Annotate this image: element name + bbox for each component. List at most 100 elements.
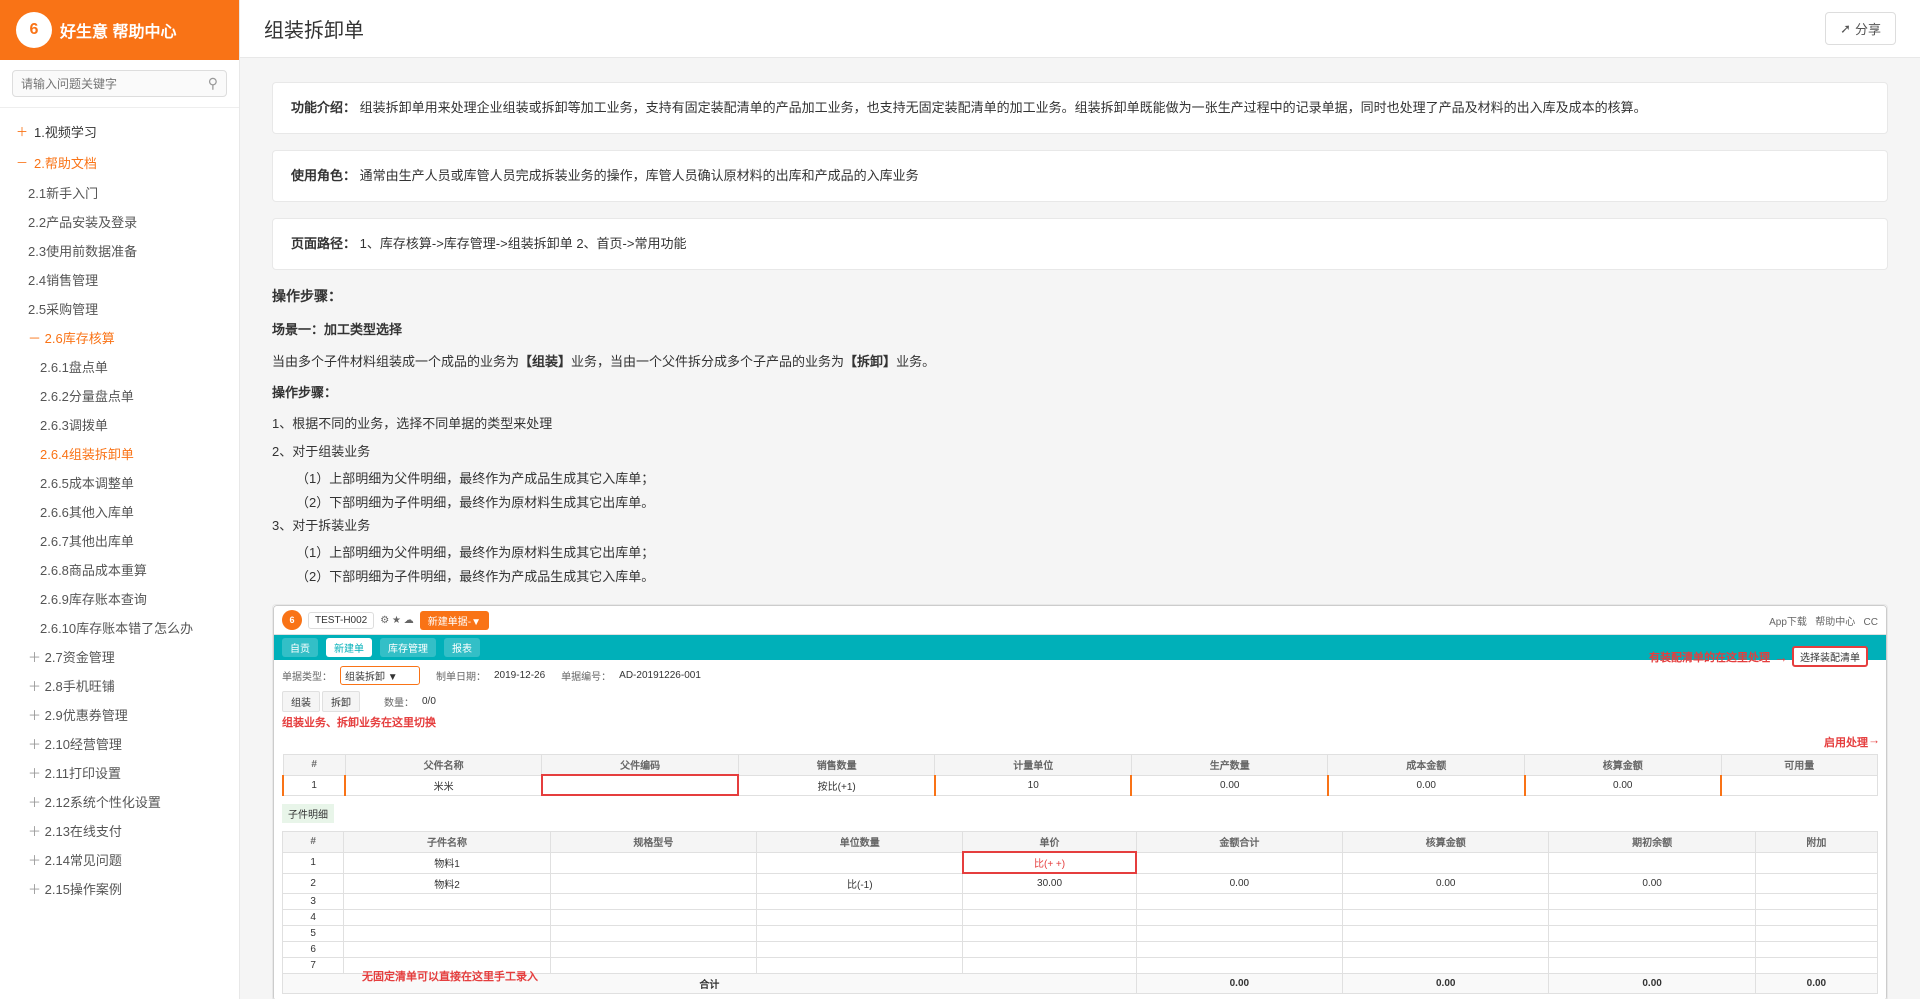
table-row: 3 — [283, 893, 1878, 909]
annotation-1-container: 有装配清单的在这里处理 → 选择装配清单 — [1649, 646, 1868, 667]
sidebar-item-2-2[interactable]: 2.2产品安装及登录 — [0, 207, 239, 236]
col-prod-qty: 生产数量 — [1131, 755, 1328, 776]
col-parent-code: 父件编码 — [542, 755, 739, 776]
highlighted-cell-2: 比(+ +) — [963, 852, 1136, 873]
sidebar-item-2-6-10[interactable]: 2.6.10库存账本错了怎么办 — [0, 613, 239, 642]
role-text: 通常由生产人员或库管人员完成拆装业务的操作，库管人员确认原材料的出库和产成品的入… — [360, 168, 919, 183]
sub-table-label: 子件明细 — [282, 804, 334, 823]
search-input[interactable] — [21, 77, 208, 91]
screenshot-type-tabs: 组装 拆卸 — [282, 691, 360, 712]
sidebar-item-2-6-2[interactable]: 2.6.2分量盘点单 — [0, 381, 239, 410]
table-row: 1 米米 按比(+1) 10 0.00 0.00 0.00 — [283, 775, 1878, 795]
sidebar-item-2-9[interactable]: ＋ 2.9优惠券管理 — [0, 700, 239, 729]
feature-intro-label: 功能介绍： — [291, 100, 356, 115]
scenario-desc: 当由多个子件材料组装成一个成品的业务为【组装】业务，当由一个父件拆分成多个子产品… — [272, 350, 1888, 373]
table-row: 4 — [283, 909, 1878, 925]
screenshot-tab-report[interactable]: 报表 — [444, 638, 480, 657]
screenshot-tab-stock[interactable]: 库存管理 — [380, 638, 436, 657]
sidebar-item-2-6-6[interactable]: 2.6.6其他入库单 — [0, 497, 239, 526]
main-content: 功能介绍： 组装拆卸单用来处理企业组装或拆卸等加工业务，支持有固定装配清单的产品… — [240, 58, 1920, 999]
sidebar-item-2-6-7[interactable]: 2.6.7其他出库单 — [0, 526, 239, 555]
screenshot-tab-disassemble[interactable]: 拆卸 — [322, 691, 360, 712]
screenshot-tab-home[interactable]: 自贡 — [282, 638, 318, 657]
sidebar-item-2-6-1[interactable]: 2.6.1盘点单 — [0, 352, 239, 381]
screenshot-date-value: 2019-12-26 — [494, 670, 545, 681]
steps-title: 操作步骤： — [272, 286, 1888, 306]
sidebar-item-2-6-8[interactable]: 2.6.8商品成本重算 — [0, 555, 239, 584]
screenshot-form-row1: 单据类型： 组装拆卸 ▼ 制单日期： 2019-12-26 单据编号： AD-2… — [282, 666, 1878, 685]
sidebar-item-2-13[interactable]: ＋ 2.13在线支付 — [0, 816, 239, 845]
screenshot-tab-new[interactable]: 新建单 — [326, 638, 372, 657]
screenshot-type-switch-row: 组装 拆卸 数量： 0/0 组装业务、拆卸业务在这里切换 — [282, 691, 1878, 712]
spacer — [282, 718, 1878, 734]
annotation-1-text: 有装配清单的在这里处理 — [1649, 649, 1770, 665]
sidebar-item-2-5[interactable]: 2.5采购管理 — [0, 294, 239, 323]
role-box: 使用角色： 通常由生产人员或库管人员完成拆装业务的操作，库管人员确认原材料的出库… — [272, 150, 1888, 202]
screenshot-content: 单据类型： 组装拆卸 ▼ 制单日期： 2019-12-26 单据编号： AD-2… — [274, 660, 1886, 999]
keyword-assemble: 【组装】 — [519, 354, 571, 369]
sidebar-logo: 6 — [16, 12, 52, 48]
main-area: 组装拆卸单 ➚ 分享 功能介绍： 组装拆卸单用来处理企业组装或拆卸等加工业务，支… — [240, 0, 1920, 999]
table-row: 1 物料1 比(+ +) — [283, 852, 1878, 873]
screenshot-no-label: 单据编号： — [561, 668, 611, 683]
sidebar-item-2-15[interactable]: ＋ 2.15操作案例 — [0, 874, 239, 903]
screenshot-date-label: 制单日期： — [436, 668, 486, 683]
feature-intro-text: 组装拆卸单用来处理企业组装或拆卸等加工业务，支持有固定装配清单的产品加工业务，也… — [360, 100, 1647, 115]
sidebar-item-2-docs[interactable]: － 2.帮助文档 — [0, 147, 239, 178]
scenario-title: 场景一：加工类型选择 — [272, 318, 1888, 341]
share-icon: ➚ — [1840, 21, 1851, 37]
screenshot-type-select[interactable]: 组装拆卸 ▼ — [340, 666, 420, 685]
screenshot-new-btn[interactable]: 新建单据-▼ — [420, 611, 489, 630]
share-label: 分享 — [1855, 19, 1881, 38]
sidebar-item-1-video[interactable]: ＋ 1.视频学习 — [0, 116, 239, 147]
screenshot-qty-value: 0/0 — [422, 696, 436, 707]
feature-intro-box: 功能介绍： 组装拆卸单用来处理企业组装或拆卸等加工业务，支持有固定装配清单的产品… — [272, 82, 1888, 134]
fake-screenshot: 6 TEST-H002 ⚙ ★ ☁ 新建单据-▼ App下载 帮助中心 CC 自… — [273, 605, 1887, 999]
sub-table-area: 子件明细 无固定清单可以直接在这里手工录入 # 子件名称 规格型号 单位数量 — [282, 804, 1878, 994]
sidebar-item-2-6-3[interactable]: 2.6.3调拨单 — [0, 410, 239, 439]
path-text: 1、库存核算->库存管理->组装拆卸单 2、首页->常用功能 — [360, 236, 687, 251]
share-button[interactable]: ➚ 分享 — [1825, 12, 1896, 45]
ops-steps-title-text: 操作步骤： — [272, 385, 337, 400]
screenshot-main-table-header: # 父件名称 父件编码 销售数量 计量单位 生产数量 成本金额 核算金额 可用量 — [283, 755, 1878, 776]
screenshot-qty-label: 数量： — [384, 694, 414, 709]
sidebar-item-2-3[interactable]: 2.3使用前数据准备 — [0, 236, 239, 265]
highlighted-cell — [542, 775, 739, 795]
sidebar-item-2-7[interactable]: ＋ 2.7资金管理 — [0, 642, 239, 671]
step2-1: （1）上部明细为父件明细，最终作为产成品生成其它入库单； — [272, 467, 1888, 490]
sidebar-item-2-12[interactable]: ＋ 2.12系统个性化设置 — [0, 787, 239, 816]
search-icon[interactable]: ⚲ — [208, 75, 218, 92]
screenshot-tab-assemble[interactable]: 组装 — [282, 691, 320, 712]
sidebar-item-2-6-5[interactable]: 2.6.5成本调整单 — [0, 468, 239, 497]
col-parent-name: 父件名称 — [345, 755, 542, 776]
sidebar-item-2-6[interactable]: － 2.6库存核算 — [0, 323, 239, 352]
scenario-title-text: 场景一：加工类型选择 — [272, 322, 402, 337]
col-unit: 计量单位 — [935, 755, 1132, 776]
annotation-2: 组装业务、拆卸业务在这里切换 — [282, 714, 436, 730]
annotation-3-container: 启用处理 ↑ — [282, 734, 1878, 750]
sidebar-item-2-4[interactable]: 2.4销售管理 — [0, 265, 239, 294]
ops-steps-title: 操作步骤： — [272, 381, 1888, 404]
role-label: 使用角色： — [291, 168, 356, 183]
col-calc-cost: 核算金额 — [1525, 755, 1722, 776]
screenshot-filter-btn[interactable]: 选择装配清单 — [1792, 646, 1868, 667]
scenario-desc-text: 当由多个子件材料组装成一个成品的业务为【组装】业务，当由一个父件拆分成多个子产品… — [272, 354, 935, 369]
screenshot-no-value: AD-20191226-001 — [619, 670, 701, 681]
sidebar-item-2-1[interactable]: 2.1新手入门 — [0, 178, 239, 207]
sidebar-item-2-11[interactable]: ＋ 2.11打印设置 — [0, 758, 239, 787]
screenshot-main-table: # 父件名称 父件编码 销售数量 计量单位 生产数量 成本金额 核算金额 可用量 — [282, 754, 1878, 796]
step1: 1、根据不同的业务，选择不同单据的类型来处理 — [272, 412, 1888, 435]
minus-icon: － — [16, 154, 28, 171]
sidebar-item-2-10[interactable]: ＋ 2.10经营管理 — [0, 729, 239, 758]
screenshot-company: TEST-H002 — [308, 612, 374, 629]
sidebar-nav: ＋ 1.视频学习 － 2.帮助文档 2.1新手入门 2.2产品安装及登录 2.3… — [0, 108, 239, 999]
sidebar-item-2-14[interactable]: ＋ 2.14常见问题 — [0, 845, 239, 874]
screenshot-container: 6 TEST-H002 ⚙ ★ ☁ 新建单据-▼ App下载 帮助中心 CC 自… — [272, 604, 1888, 999]
step2: 2、对于组装业务 — [272, 440, 1888, 463]
path-box: 页面路径： 1、库存核算->库存管理->组装拆卸单 2、首页->常用功能 — [272, 218, 1888, 270]
sidebar-item-2-6-9[interactable]: 2.6.9库存账本查询 — [0, 584, 239, 613]
sidebar-item-2-6-4[interactable]: 2.6.4组装拆卸单 — [0, 439, 239, 468]
screenshot-topbar-right: App下载 帮助中心 CC — [1769, 613, 1878, 628]
sidebar-item-2-8[interactable]: ＋ 2.8手机旺铺 — [0, 671, 239, 700]
screenshot-navbar: 自贡 新建单 库存管理 报表 — [274, 635, 1886, 660]
